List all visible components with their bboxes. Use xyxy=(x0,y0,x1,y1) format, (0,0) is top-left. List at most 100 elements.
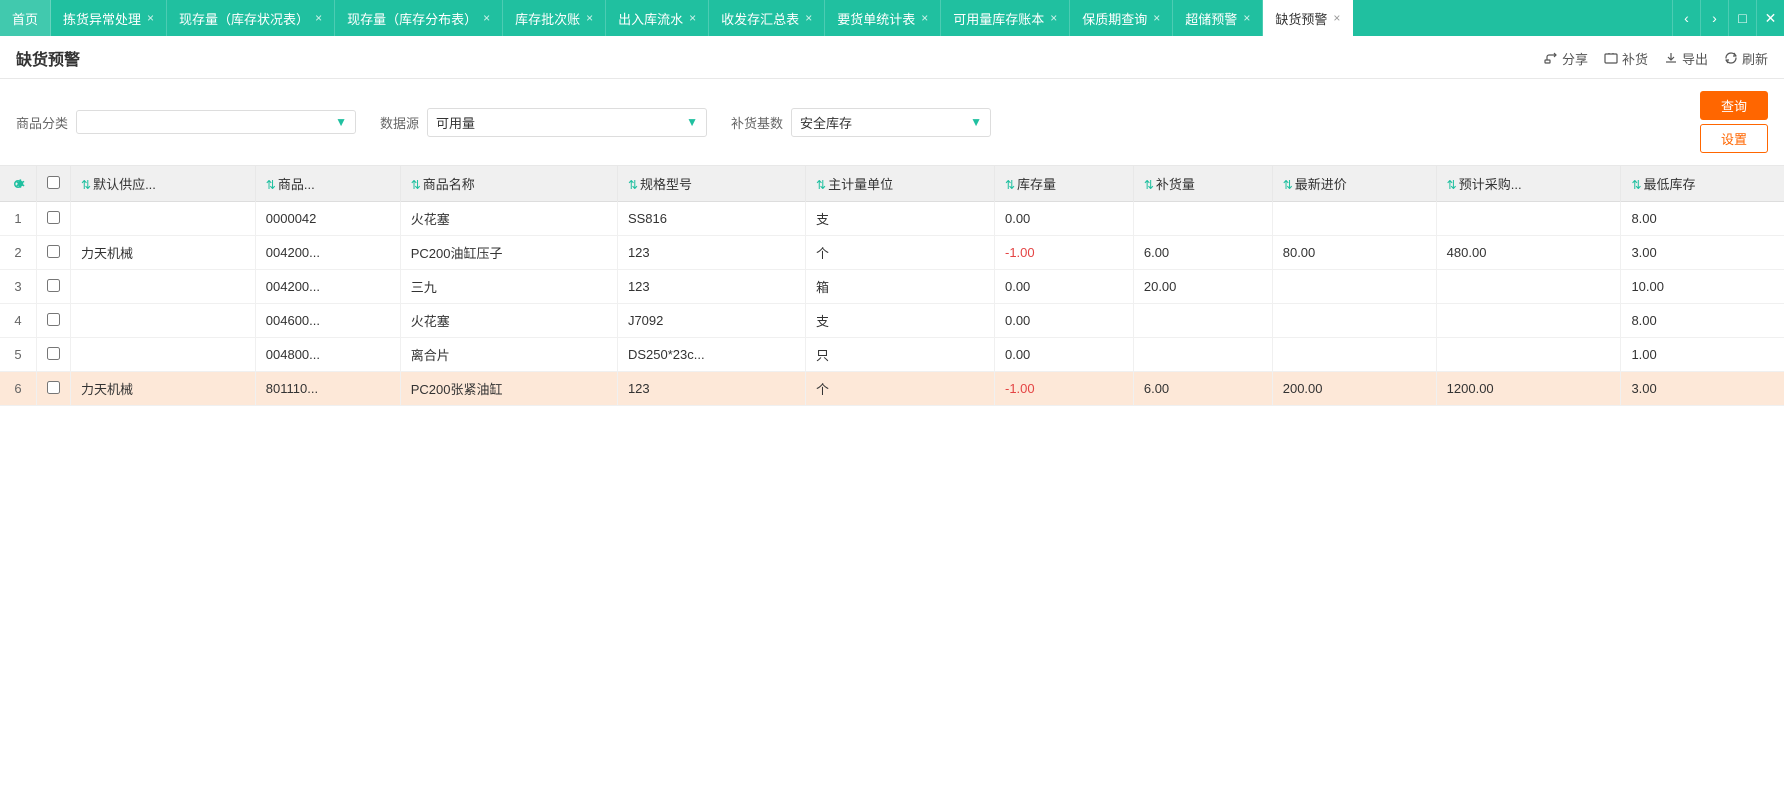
row-estimated-purchase-1 xyxy=(1436,202,1621,236)
export-button[interactable]: 导出 xyxy=(1664,49,1708,68)
row-product-name-6: PC200张紧油缸 xyxy=(400,372,617,406)
data-source-select[interactable]: 可用量 ▼ xyxy=(427,108,707,137)
tab-stock-status[interactable]: 现存量（库存状况表） × xyxy=(167,0,335,36)
share-button[interactable]: 分享 xyxy=(1544,49,1588,68)
replenish-icon xyxy=(1604,51,1618,65)
row-checkbox-4[interactable] xyxy=(37,304,71,338)
row-stock-3: 0.00 xyxy=(994,270,1133,304)
row-product-name-3: 三九 xyxy=(400,270,617,304)
row-product-code-1: 0000042 xyxy=(255,202,400,236)
tab-close-order-stats[interactable]: × xyxy=(921,11,928,25)
th-replenish-qty[interactable]: ⇅补货量 xyxy=(1133,166,1272,202)
header-actions: 分享 补货 导出 xyxy=(1544,49,1768,68)
row-index-3: 3 xyxy=(0,270,37,304)
tab-order-stats[interactable]: 要货单统计表 × xyxy=(825,0,941,36)
tab-close-pick-exception[interactable]: × xyxy=(147,11,154,25)
tab-stock-dist[interactable]: 现存量（库存分布表） × xyxy=(335,0,503,36)
row-estimated-purchase-2: 480.00 xyxy=(1436,236,1621,270)
data-source-value: 可用量 xyxy=(436,113,475,132)
table-header-row: ⇅默认供应... ⇅商品... ⇅商品名称 ⇅规格型号 ⇅主计量单位 xyxy=(0,166,1784,202)
filter-actions: 查询 设置 xyxy=(1700,91,1768,153)
th-latest-price[interactable]: ⇅最新进价 xyxy=(1272,166,1436,202)
table-container: ⇅默认供应... ⇅商品... ⇅商品名称 ⇅规格型号 ⇅主计量单位 xyxy=(0,166,1784,406)
row-index-4: 4 xyxy=(0,304,37,338)
query-button[interactable]: 查询 xyxy=(1700,91,1768,120)
th-stock[interactable]: ⇅库存量 xyxy=(994,166,1133,202)
row-estimated-purchase-5 xyxy=(1436,338,1621,372)
tab-prev-button[interactable]: ‹ xyxy=(1672,0,1700,36)
row-supplier-1 xyxy=(71,202,256,236)
row-checkbox-1[interactable] xyxy=(37,202,71,236)
table-row: 4 004600... 火花塞 J7092 支 0.00 8.00 xyxy=(0,304,1784,338)
tab-next-button[interactable]: › xyxy=(1700,0,1728,36)
table-row: 2 力天机械 004200... PC200油缸压子 123 个 -1.00 6… xyxy=(0,236,1784,270)
row-supplier-3 xyxy=(71,270,256,304)
tab-close-all-button[interactable]: ✕ xyxy=(1756,0,1784,36)
data-source-label: 数据源 xyxy=(380,113,419,132)
tab-close-receipt-summary[interactable]: × xyxy=(805,11,812,25)
row-spec-3: 123 xyxy=(617,270,805,304)
th-estimated-purchase[interactable]: ⇅预计采购... xyxy=(1436,166,1621,202)
tab-close-shortage[interactable]: × xyxy=(1333,11,1340,25)
tab-close-batch-account[interactable]: × xyxy=(586,11,593,25)
th-default-supplier[interactable]: ⇅默认供应... xyxy=(71,166,256,202)
tab-nav-buttons: ‹ › □ ✕ xyxy=(1672,0,1784,36)
replenish-base-label: 补货基数 xyxy=(731,113,783,132)
tab-home[interactable]: 首页 xyxy=(0,0,51,36)
settings-button[interactable]: 设置 xyxy=(1700,124,1768,153)
export-icon xyxy=(1664,51,1678,65)
th-checkbox[interactable] xyxy=(37,166,71,202)
product-category-arrow-icon: ▼ xyxy=(335,115,347,129)
th-settings[interactable] xyxy=(0,166,37,202)
replenish-base-select[interactable]: 安全库存 ▼ xyxy=(791,108,991,137)
table-row: 5 004800... 离合片 DS250*23c... 只 0.00 1.00 xyxy=(0,338,1784,372)
tab-pick-exception[interactable]: 拣货异常处理 × xyxy=(51,0,167,36)
row-replenish-qty-3: 20.00 xyxy=(1133,270,1272,304)
th-product-code[interactable]: ⇅商品... xyxy=(255,166,400,202)
row-index-5: 5 xyxy=(0,338,37,372)
refresh-icon xyxy=(1724,51,1738,65)
tab-close-stock-status[interactable]: × xyxy=(315,11,322,25)
tab-close-overstock[interactable]: × xyxy=(1243,11,1250,25)
tab-restore-button[interactable]: □ xyxy=(1728,0,1756,36)
row-stock-6: -1.00 xyxy=(994,372,1133,406)
th-unit[interactable]: ⇅主计量单位 xyxy=(806,166,995,202)
row-latest-price-5 xyxy=(1272,338,1436,372)
replenish-button[interactable]: 补货 xyxy=(1604,49,1648,68)
tab-shortage[interactable]: 缺货预警 × xyxy=(1263,0,1353,36)
row-min-stock-2: 3.00 xyxy=(1621,236,1784,270)
row-latest-price-4 xyxy=(1272,304,1436,338)
th-min-stock[interactable]: ⇅最低库存 xyxy=(1621,166,1784,202)
row-checkbox-2[interactable] xyxy=(37,236,71,270)
row-unit-5: 只 xyxy=(806,338,995,372)
tab-receipt-summary[interactable]: 收发存汇总表 × xyxy=(709,0,825,36)
tab-inout-flow[interactable]: 出入库流水 × xyxy=(606,0,709,36)
th-spec[interactable]: ⇅规格型号 xyxy=(617,166,805,202)
row-latest-price-3 xyxy=(1272,270,1436,304)
select-all-checkbox[interactable] xyxy=(47,176,60,189)
tab-overstock[interactable]: 超储预警 × xyxy=(1173,0,1263,36)
product-category-group: 商品分类 ▼ xyxy=(16,110,356,134)
data-table: ⇅默认供应... ⇅商品... ⇅商品名称 ⇅规格型号 ⇅主计量单位 xyxy=(0,166,1784,406)
tab-close-expiry[interactable]: × xyxy=(1153,11,1160,25)
product-category-select[interactable]: ▼ xyxy=(76,110,356,134)
row-min-stock-1: 8.00 xyxy=(1621,202,1784,236)
share-icon xyxy=(1544,51,1558,65)
row-replenish-qty-5 xyxy=(1133,338,1272,372)
row-checkbox-5[interactable] xyxy=(37,338,71,372)
tab-batch-account[interactable]: 库存批次账 × xyxy=(503,0,606,36)
th-product-name[interactable]: ⇅商品名称 xyxy=(400,166,617,202)
row-checkbox-3[interactable] xyxy=(37,270,71,304)
row-unit-4: 支 xyxy=(806,304,995,338)
tab-close-inout-flow[interactable]: × xyxy=(689,11,696,25)
table-body: 1 0000042 火花塞 SS816 支 0.00 8.00 2 力天机械 0… xyxy=(0,202,1784,406)
tab-available-stock[interactable]: 可用量库存账本 × xyxy=(941,0,1070,36)
row-checkbox-6[interactable] xyxy=(37,372,71,406)
row-estimated-purchase-3 xyxy=(1436,270,1621,304)
refresh-button[interactable]: 刷新 xyxy=(1724,49,1768,68)
tab-close-available-stock[interactable]: × xyxy=(1050,11,1057,25)
row-spec-4: J7092 xyxy=(617,304,805,338)
tab-close-stock-dist[interactable]: × xyxy=(483,11,490,25)
tab-expiry[interactable]: 保质期查询 × xyxy=(1070,0,1173,36)
filter-bar: 商品分类 ▼ 数据源 可用量 ▼ 补货基数 安全库存 ▼ xyxy=(0,79,1784,166)
